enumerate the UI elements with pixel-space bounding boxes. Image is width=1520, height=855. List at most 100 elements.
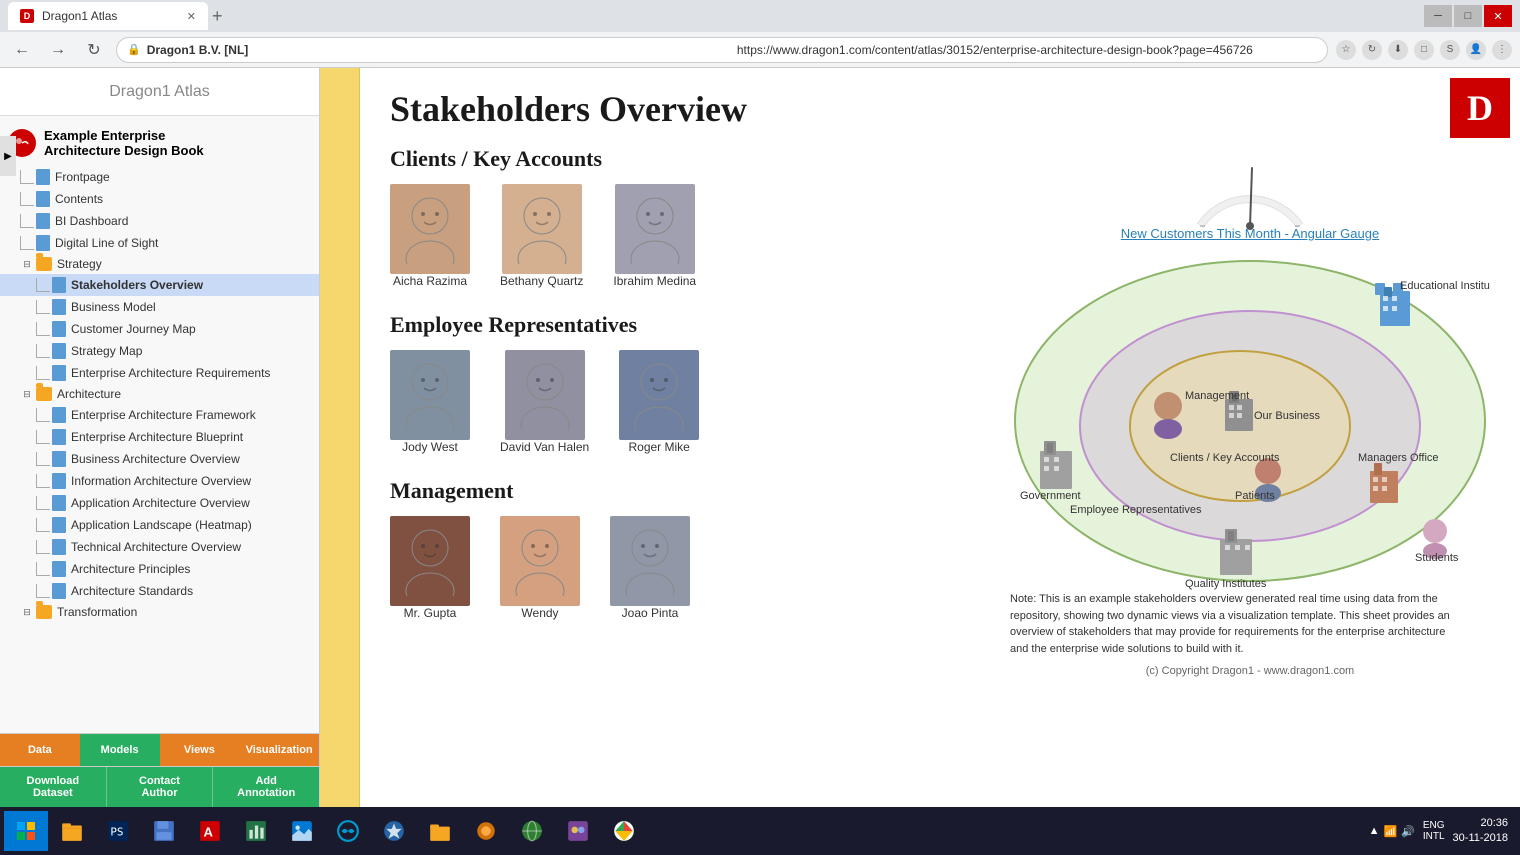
browser-tab[interactable]: D Dragon1 Atlas ✕ (8, 2, 208, 30)
yellow-bookmark-bar (320, 68, 360, 807)
svg-text:Managers Office: Managers Office (1358, 452, 1439, 464)
tree-item-contents[interactable]: Contents (0, 188, 319, 210)
tab-data[interactable]: Data (0, 734, 80, 766)
management-grid: Mr. Gupta Wendy (390, 516, 990, 620)
expand-icon: ⊟ (20, 387, 34, 401)
person-card-1: Bethany Quartz (500, 184, 583, 288)
refresh-small-icon[interactable]: ↻ (1362, 40, 1382, 60)
profile-icon[interactable]: 👤 (1466, 40, 1486, 60)
tree-item-tech-arch[interactable]: Technical Architecture Overview (0, 536, 319, 558)
tree-item-transformation[interactable]: ⊟Transformation (0, 602, 319, 622)
taskbar-save[interactable] (142, 809, 186, 853)
tree-item-label: Digital Line of Sight (55, 236, 158, 250)
network-icon[interactable]: 📶 (1383, 825, 1397, 838)
tree-item-label: Customer Journey Map (71, 322, 196, 336)
person-card-0: Mr. Gupta (390, 516, 470, 620)
tree-item-frontpage[interactable]: Frontpage (0, 166, 319, 188)
taskbar-photos[interactable] (280, 809, 324, 853)
extension2-icon[interactable]: S (1440, 40, 1460, 60)
toolbar-icons: ☆ ↻ ⬇ □ S 👤 ⋮ (1336, 40, 1512, 60)
person-card-1: Wendy (500, 516, 580, 620)
sidebar-header: Dragon1 Atlas (0, 68, 319, 116)
tab-models[interactable]: Models (80, 734, 160, 766)
tab-visualization[interactable]: Visualization (239, 734, 319, 766)
person-photo (390, 184, 470, 274)
system-clock[interactable]: 20:36 30-11-2018 (1453, 816, 1508, 847)
taskbar-chrome[interactable] (602, 809, 646, 853)
tree-item-ea-framework[interactable]: Enterprise Architecture Framework (0, 404, 319, 426)
tree-item-ea-requirements[interactable]: Enterprise Architecture Requirements (0, 362, 319, 384)
tree-item-architecture[interactable]: ⊟Architecture (0, 384, 319, 404)
tab-close-icon[interactable]: ✕ (187, 10, 196, 23)
left-content: Clients / Key Accounts Aicha Razima (390, 146, 990, 677)
volume-icon[interactable]: 🔊 (1401, 825, 1415, 838)
maximize-button[interactable]: □ (1454, 5, 1482, 27)
tree-item-digital-line[interactable]: Digital Line of Sight (0, 232, 319, 254)
new-tab-button[interactable]: + (212, 7, 223, 25)
tree-item-customer-journey[interactable]: Customer Journey Map (0, 318, 319, 340)
taskbar-malware[interactable] (372, 809, 416, 853)
svg-text:PS: PS (110, 825, 123, 838)
plugin-icon[interactable]: ⬇ (1388, 40, 1408, 60)
person-name: Bethany Quartz (500, 274, 583, 288)
download-dataset-button[interactable]: DownloadDataset (0, 767, 107, 807)
tree-item-stakeholders-overview[interactable]: Stakeholders Overview (0, 274, 319, 296)
tree-item-label: Strategy Map (71, 344, 142, 358)
tree-item-strategy[interactable]: ⊟Strategy (0, 254, 319, 274)
person-name: Joao Pinta (622, 606, 679, 620)
back-button[interactable]: ← (8, 36, 36, 64)
taskbar-infinity[interactable] (326, 809, 370, 853)
tree-item-business-model[interactable]: Business Model (0, 296, 319, 318)
taskbar-chart[interactable] (234, 809, 278, 853)
taskbar-folder2[interactable] (418, 809, 462, 853)
person-name: Aicha Razima (393, 274, 467, 288)
close-button[interactable]: ✕ (1484, 5, 1512, 27)
tree-item-strategy-map[interactable]: Strategy Map (0, 340, 319, 362)
tree-item-label: Frontpage (55, 170, 110, 184)
refresh-button[interactable]: ↻ (80, 36, 108, 64)
tree-item-arch-standards[interactable]: Architecture Standards (0, 580, 319, 602)
expand-icon: ⊟ (20, 257, 34, 271)
taskbar-powershell[interactable]: PS (96, 809, 140, 853)
extension1-icon[interactable]: □ (1414, 40, 1434, 60)
address-input[interactable]: 🔒 Dragon1 B.V. [NL] https://www.dragon1.… (116, 37, 1328, 63)
url-address: https://www.dragon1.com/content/atlas/30… (737, 43, 1317, 57)
svg-text:Our Business: Our Business (1254, 410, 1321, 422)
tree-item-business-arch[interactable]: Business Architecture Overview (0, 448, 319, 470)
person-photo (500, 516, 580, 606)
tree-item-info-arch[interactable]: Information Architecture Overview (0, 470, 319, 492)
tree-item-arch-principles[interactable]: Architecture Principles (0, 558, 319, 580)
taskbar-globe[interactable] (510, 809, 554, 853)
taskbar-theater[interactable] (556, 809, 600, 853)
taskbar-file-explorer[interactable] (50, 809, 94, 853)
sidebar-tabs: Data Models Views Visualization (0, 733, 319, 766)
minimize-button[interactable]: ─ (1424, 5, 1452, 27)
more-icon[interactable]: ⋮ (1492, 40, 1512, 60)
person-name: Mr. Gupta (404, 606, 457, 620)
person-photo (610, 516, 690, 606)
taskbar-start[interactable] (4, 811, 48, 851)
person-card-0: Jody West (390, 350, 470, 454)
tree-item-bi-dashboard[interactable]: BI Dashboard (0, 210, 319, 232)
contact-author-button[interactable]: ContactAuthor (107, 767, 214, 807)
tree-item-app-arch[interactable]: Application Architecture Overview (0, 492, 319, 514)
person-photo (619, 350, 699, 440)
copyright-text: (c) Copyright Dragon1 - www.dragon1.com (1010, 665, 1490, 677)
forward-button[interactable]: → (44, 36, 72, 64)
tree-item-ea-blueprint[interactable]: Enterprise Architecture Blueprint (0, 426, 319, 448)
tab-views[interactable]: Views (160, 734, 240, 766)
tray-up-icon[interactable]: ▲ (1369, 825, 1380, 837)
add-annotation-button[interactable]: AddAnnotation (213, 767, 319, 807)
sidebar-toggle-button[interactable]: ▶ (0, 136, 16, 176)
bookmark-icon[interactable]: ☆ (1336, 40, 1356, 60)
tree-item-label: Stakeholders Overview (71, 278, 203, 292)
tree-item-label: Enterprise Architecture Requirements (71, 366, 270, 380)
taskbar-acrobat[interactable]: A (188, 809, 232, 853)
tree-item-label: Business Model (71, 300, 156, 314)
address-bar: ← → ↻ 🔒 Dragon1 B.V. [NL] https://www.dr… (0, 32, 1520, 68)
tree-item-app-landscape[interactable]: Application Landscape (Heatmap) (0, 514, 319, 536)
person-name: Ibrahim Medina (613, 274, 696, 288)
action-buttons: DownloadDataset ContactAuthor AddAnnotat… (0, 766, 319, 807)
tree-root[interactable]: Example Enterprise Architecture Design B… (0, 120, 319, 166)
taskbar-paint[interactable] (464, 809, 508, 853)
